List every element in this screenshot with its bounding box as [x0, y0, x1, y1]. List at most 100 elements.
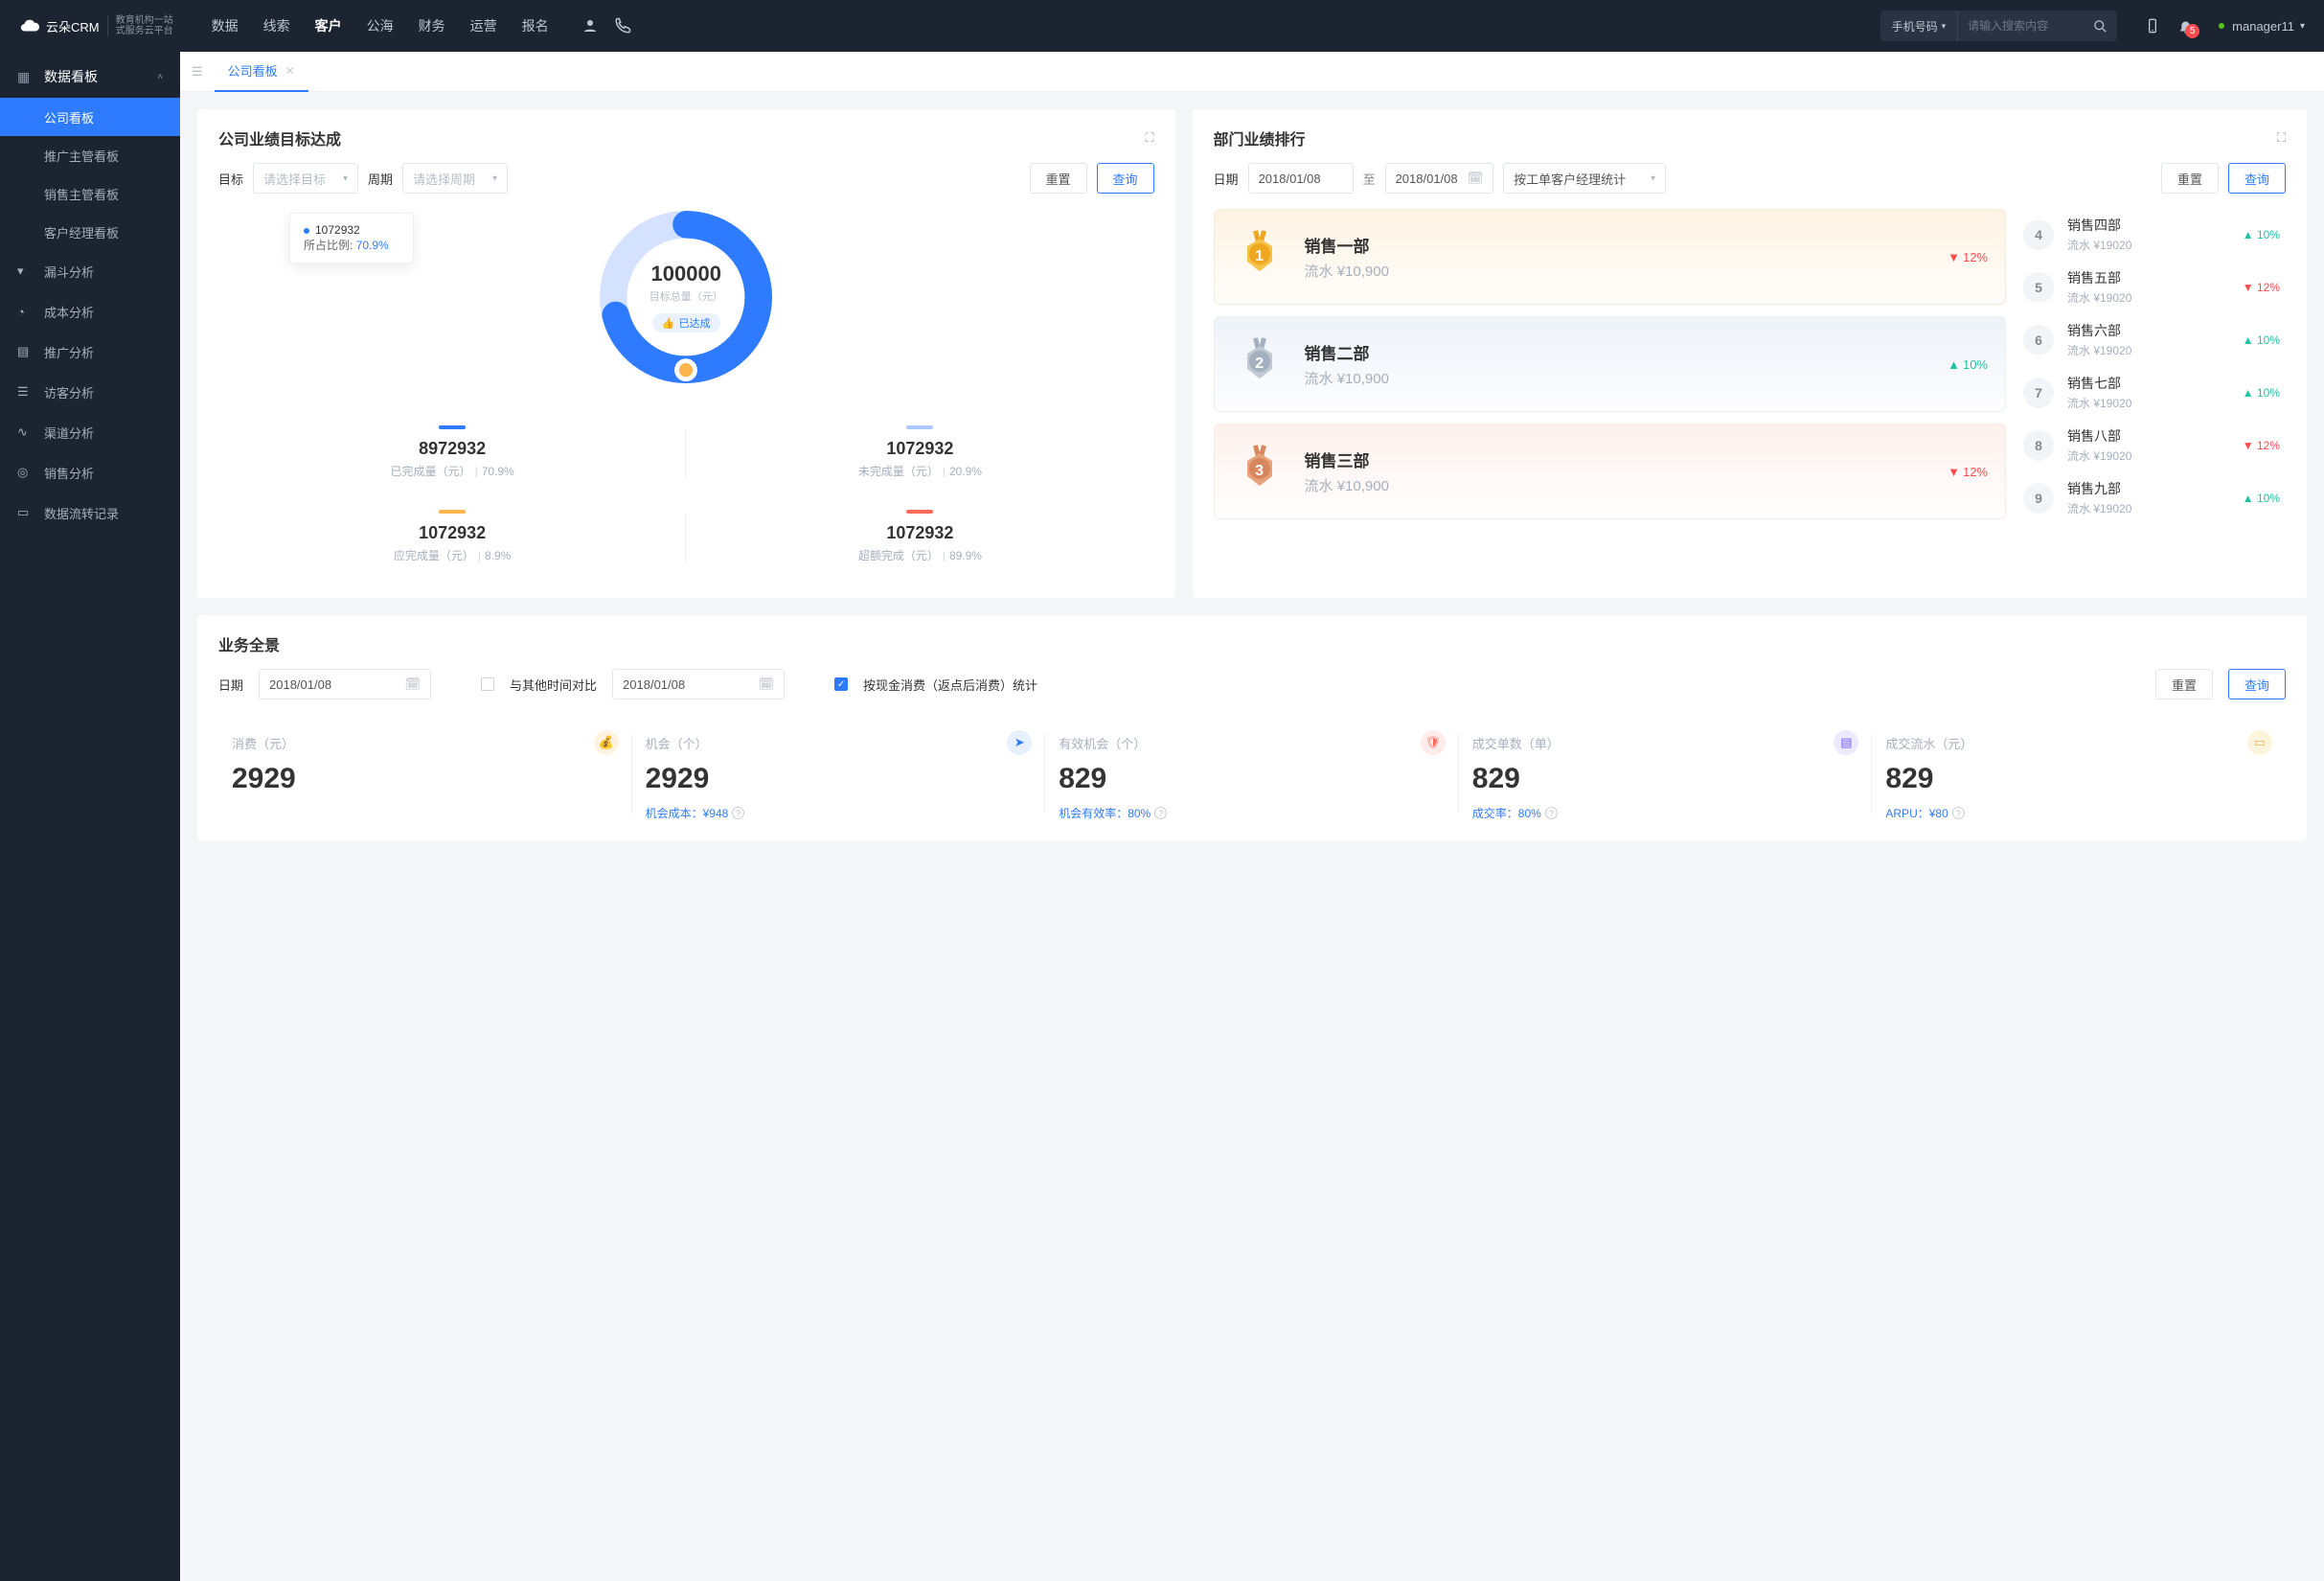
metric-icon: 💰	[594, 730, 619, 755]
user-menu[interactable]: manager11 ▾	[2219, 19, 2305, 34]
rank-badge: 4	[2023, 219, 2054, 250]
overview-cell: 机会（个）➤ 2929 机会成本：¥948 ?	[632, 724, 1046, 823]
mobile-icon[interactable]	[2136, 18, 2169, 34]
tabs-bar: ☰ 公司看板 ✕	[180, 52, 2324, 92]
card-overview: 业务全景 日期 2018/01/08🗓 与其他时间对比 2018/01/08🗓 …	[197, 615, 2307, 840]
nav-data[interactable]: 数据	[212, 16, 239, 35]
cost-icon: ◔	[17, 305, 34, 319]
sidebar-item-sales-mgr[interactable]: 销售主管看板	[0, 174, 180, 213]
nav-ops[interactable]: 运营	[470, 16, 497, 35]
hamburger-icon[interactable]: ☰	[192, 64, 203, 80]
donut-value: 100000	[651, 262, 721, 286]
logo-text: 云朵CRM	[46, 17, 100, 35]
target-reset-button[interactable]: 重置	[1030, 163, 1087, 194]
user-icon[interactable]	[574, 17, 606, 34]
search-input[interactable]	[1958, 19, 2083, 33]
nav-register[interactable]: 报名	[522, 16, 549, 35]
main: ☰ 公司看板 ✕ 公司业绩目标达成 ⛶ 目标 请选择目标▾ 周期 请选择周期▾	[180, 52, 2324, 1581]
period-select[interactable]: 请选择周期▾	[402, 163, 508, 194]
rank-card[interactable]: 2 销售二部流水 ¥10,900 ▲10%	[1214, 316, 2006, 412]
ov-date1[interactable]: 2018/01/08🗓	[259, 669, 431, 699]
caret-icon: ▾	[2300, 21, 2305, 32]
sidebar-item-company[interactable]: 公司看板	[0, 98, 180, 136]
calendar-icon: 🗓	[405, 676, 422, 692]
rank-reset-button[interactable]: 重置	[2161, 163, 2219, 194]
sidebar: ▦ 数据看板 ˄ 公司看板 推广主管看板 销售主管看板 客户经理看板 ▾漏斗分析…	[0, 52, 180, 1581]
rank-card[interactable]: 1 销售一部流水 ¥10,900 ▼12%	[1214, 209, 2006, 305]
date-separator: 至	[1363, 170, 1376, 188]
rank-row[interactable]: 9 销售九部流水 ¥19020 ▲ 10%	[2017, 472, 2286, 523]
notif-badge: 5	[2185, 24, 2199, 38]
cash-checkbox-label: 按现金消费（返点后消费）统计	[863, 676, 1037, 694]
sidebar-item-funnel[interactable]: ▾漏斗分析	[0, 251, 180, 291]
compare-label: 与其他时间对比	[510, 676, 597, 694]
help-icon[interactable]: ?	[1154, 807, 1167, 819]
sidebar-item-sales[interactable]: ◎销售分析	[0, 452, 180, 493]
help-icon[interactable]: ?	[1952, 807, 1965, 819]
delta: ▲ 10%	[2243, 386, 2280, 400]
target-select[interactable]: 请选择目标▾	[253, 163, 358, 194]
expand-icon[interactable]: ⛶	[2277, 130, 2286, 146]
nav-finance[interactable]: 财务	[419, 16, 445, 35]
rank-row[interactable]: 8 销售八部流水 ¥19020 ▼ 12%	[2017, 420, 2286, 470]
nav-leads[interactable]: 线索	[263, 16, 290, 35]
sidebar-item-cost[interactable]: ◔成本分析	[0, 291, 180, 332]
calendar-icon: 🗓	[759, 676, 775, 692]
rank-row[interactable]: 4 销售四部流水 ¥19020 ▲ 10%	[2017, 209, 2286, 260]
help-icon[interactable]: ?	[732, 807, 744, 819]
rank-badge: 8	[2023, 430, 2054, 461]
topbar: 云朵CRM 教育机构一站式服务云平台 数据 线索 客户 公海 财务 运营 报名 …	[0, 0, 2324, 52]
delta: ▼12%	[1948, 465, 1988, 479]
search-type-select[interactable]: 手机号码▾	[1880, 11, 1959, 41]
sidebar-item-visitor[interactable]: ☰访客分析	[0, 372, 180, 412]
rank-date-to[interactable]: 2018/01/08🗓	[1385, 163, 1494, 194]
sidebar-item-channel[interactable]: ∿渠道分析	[0, 412, 180, 452]
sidebar-item-account-mgr[interactable]: 客户经理看板	[0, 213, 180, 251]
ov-query-button[interactable]: 查询	[2228, 669, 2286, 699]
sidebar-item-promo[interactable]: ▤推广分析	[0, 332, 180, 372]
metric-icon: 🛡	[1421, 730, 1446, 755]
medal-icon: 3	[1232, 444, 1287, 499]
rank-date-from[interactable]: 2018/01/08	[1248, 163, 1354, 194]
delta: ▼ 12%	[2243, 281, 2280, 294]
compare-checkbox[interactable]	[481, 677, 494, 691]
delta: ▲ 10%	[2243, 492, 2280, 505]
visitor-icon: ☰	[17, 384, 34, 400]
sidebar-item-promo-mgr[interactable]: 推广主管看板	[0, 136, 180, 174]
rank-badge: 7	[2023, 378, 2054, 408]
help-icon[interactable]: ?	[1545, 807, 1558, 819]
cash-checkbox[interactable]: ✓	[834, 677, 848, 691]
phone-icon[interactable]	[606, 17, 639, 34]
delta: ▲10%	[1948, 357, 1988, 372]
tab-close-icon[interactable]: ✕	[285, 64, 295, 78]
target-query-button[interactable]: 查询	[1097, 163, 1154, 194]
logo[interactable]: 云朵CRM 教育机构一站式服务云平台	[19, 15, 173, 36]
username: manager11	[2232, 19, 2294, 34]
card-ranking-title: 部门业绩排行	[1214, 126, 1306, 149]
ov-reset-button[interactable]: 重置	[2155, 669, 2213, 699]
card-target-title: 公司业绩目标达成	[218, 126, 341, 149]
sidebar-group-dashboards[interactable]: ▦ 数据看板 ˄	[0, 56, 180, 98]
delta: ▼ 12%	[2243, 439, 2280, 452]
search-button[interactable]	[2083, 19, 2117, 34]
rank-row[interactable]: 5 销售五部流水 ¥19020 ▼ 12%	[2017, 262, 2286, 312]
expand-icon[interactable]: ⛶	[1145, 130, 1153, 146]
sidebar-item-flow-log[interactable]: ▭数据流转记录	[0, 493, 180, 533]
rank-row[interactable]: 7 销售七部流水 ¥19020 ▲ 10%	[2017, 367, 2286, 418]
ov-date2[interactable]: 2018/01/08🗓	[612, 669, 785, 699]
stat-cell: 1072932 超额完成（元）|89.9%	[686, 496, 1153, 581]
notifications-icon[interactable]: 5	[2169, 18, 2201, 34]
target-label: 目标	[218, 170, 243, 188]
sales-icon: ◎	[17, 465, 34, 480]
rank-card[interactable]: 3 销售三部流水 ¥10,900 ▼12%	[1214, 424, 2006, 519]
rank-row[interactable]: 6 销售六部流水 ¥19020 ▲ 10%	[2017, 314, 2286, 365]
nav-pool[interactable]: 公海	[367, 16, 394, 35]
rank-badge: 5	[2023, 272, 2054, 303]
rank-groupby-select[interactable]: 按工单客户经理统计▾	[1503, 163, 1666, 194]
search: 手机号码▾	[1880, 11, 2118, 41]
rank-query-button[interactable]: 查询	[2228, 163, 2286, 194]
donut-tooltip: 1072932 所占比例: 70.9%	[289, 213, 414, 264]
nav-customers[interactable]: 客户	[315, 16, 342, 35]
medal-icon: 1	[1232, 229, 1287, 285]
tab-company[interactable]: 公司看板 ✕	[215, 52, 308, 92]
